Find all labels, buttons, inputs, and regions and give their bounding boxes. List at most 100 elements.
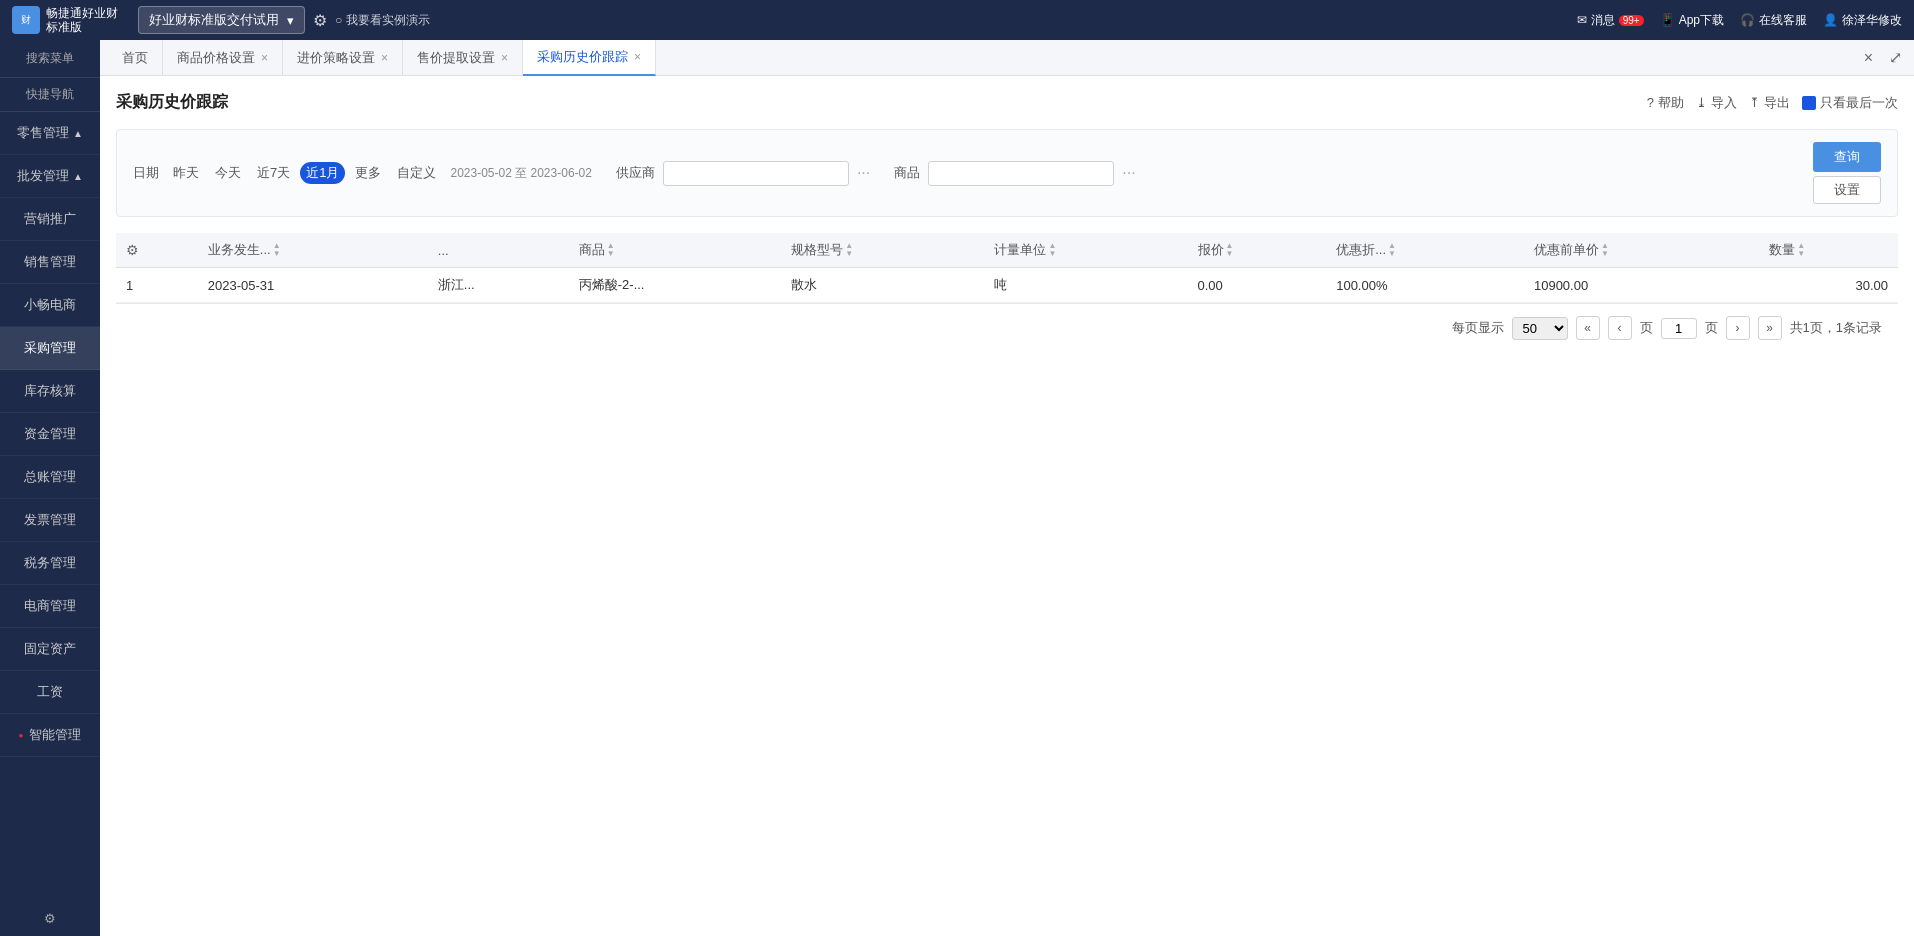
message-button[interactable]: ✉ 消息 99+ (1577, 12, 1644, 29)
page-title: 采购历史价跟踪 (116, 92, 228, 113)
export-button[interactable]: ⤒ 导出 (1749, 94, 1790, 112)
first-page-button[interactable]: « (1576, 316, 1600, 340)
date-opt-custom[interactable]: 自定义 (391, 162, 442, 184)
col-discount-sort[interactable]: 优惠折... ▲▼ (1336, 241, 1514, 259)
col-original-price-header: 优惠前单价 ▲▼ (1524, 233, 1759, 268)
sidebar-item-inventory[interactable]: 库存核算 (0, 370, 100, 413)
settings-button[interactable]: 设置 (1813, 176, 1881, 204)
filter-row: 日期 昨天 今天 近7天 近1月 更多 自定义 2023-05-02 至 202… (133, 142, 1881, 204)
tab-close-product-price[interactable]: × (261, 51, 268, 65)
page-total-info: 共1页，1条记录 (1790, 319, 1882, 337)
tab-actions: × ⤢ (1860, 46, 1906, 69)
tab-product-price[interactable]: 商品价格设置 × (163, 40, 283, 76)
sidebar-item-wholesale[interactable]: 批发管理 ▲ (0, 155, 100, 198)
sidebar-item-retail[interactable]: 零售管理 ▲ (0, 112, 100, 155)
pagination: 每页显示 50 100 200 « ‹ 页 页 › » 共1页，1条记录 (116, 303, 1898, 352)
table-header-row: ⚙ 业务发生... ▲▼ ... (116, 233, 1898, 268)
column-settings-icon[interactable]: ⚙ (126, 242, 139, 258)
sidebar-settings-button[interactable]: ⚙ (0, 901, 100, 936)
per-page-label: 每页显示 (1452, 319, 1504, 337)
tab-purchase-strategy[interactable]: 进价策略设置 × (283, 40, 403, 76)
sidebar-item-ledger[interactable]: 总账管理 (0, 456, 100, 499)
date-opt-more[interactable]: 更多 (349, 162, 387, 184)
supplier-input[interactable] (663, 161, 849, 186)
user-menu-button[interactable]: 👤 徐泽华修改 (1823, 12, 1902, 29)
sidebar-search[interactable]: 搜索菜单 (0, 40, 100, 78)
page-label-suffix: 页 (1705, 319, 1718, 337)
tab-close-purchase-strategy[interactable]: × (381, 51, 388, 65)
col-original-price-sort[interactable]: 优惠前单价 ▲▼ (1534, 241, 1749, 259)
product-input[interactable] (928, 161, 1114, 186)
next-page-button[interactable]: › (1726, 316, 1750, 340)
help-icon: ? (1647, 95, 1654, 110)
sidebar-item-tax[interactable]: 税务管理 (0, 542, 100, 585)
col-product-sort[interactable]: 商品 ▲▼ (579, 241, 772, 259)
product-label: 商品 (894, 164, 920, 182)
sidebar-item-invoice[interactable]: 发票管理 (0, 499, 100, 542)
sidebar-item-purchase[interactable]: 采购管理 (0, 327, 100, 370)
date-opt-today[interactable]: 今天 (209, 162, 247, 184)
date-opt-yesterday[interactable]: 昨天 (167, 162, 205, 184)
tab-home[interactable]: 首页 (108, 40, 163, 76)
sidebar-item-payroll[interactable]: 工资 (0, 671, 100, 714)
col-unit-sort[interactable]: 计量单位 ▲▼ (994, 241, 1177, 259)
sidebar-item-assets[interactable]: 固定资产 (0, 628, 100, 671)
last-page-button[interactable]: » (1758, 316, 1782, 340)
logo-area: 财 畅捷通好业财 标准版 (12, 6, 118, 35)
headset-icon: 🎧 (1740, 13, 1755, 27)
sidebar-item-sales[interactable]: 销售管理 (0, 241, 100, 284)
query-button[interactable]: 查询 (1813, 142, 1881, 172)
supplier-filter-group: 供应商 ··· (616, 161, 870, 186)
tab-close-all-button[interactable]: × (1860, 47, 1877, 69)
sidebar-item-ecommerce[interactable]: 电商管理 (0, 585, 100, 628)
tab-expand-button[interactable]: ⤢ (1885, 46, 1906, 69)
app-selector[interactable]: 好业财标准版交付试用 ▾ (138, 6, 305, 34)
user-icon: 👤 (1823, 13, 1838, 27)
import-button[interactable]: ⤓ 导入 (1696, 94, 1737, 112)
dot-icon: ● (19, 731, 24, 740)
cell-discount: 100.00% (1326, 268, 1524, 303)
sidebar-item-finance[interactable]: 资金管理 (0, 413, 100, 456)
tab-sale-price[interactable]: 售价提取设置 × (403, 40, 523, 76)
col-quote-header: 报价 ▲▼ (1188, 233, 1327, 268)
tab-purchase-history[interactable]: 采购历史价跟踪 × (523, 40, 656, 76)
col-spec-sort[interactable]: 规格型号 ▲▼ (791, 241, 974, 259)
topbar: 财 畅捷通好业财 标准版 好业财标准版交付试用 ▾ ⚙ ○ 我要看实例演示 ✉ … (0, 0, 1914, 40)
col-quote-sort[interactable]: 报价 ▲▼ (1198, 241, 1317, 259)
sort-arrows-product: ▲▼ (607, 242, 615, 258)
sort-arrows-quantity: ▲▼ (1797, 242, 1805, 258)
col-date-sort[interactable]: 业务发生... ▲▼ (208, 241, 418, 259)
table-body: 1 2023-05-31 浙江... 丙烯酸-2-... 散水 吨 0.00 1… (116, 268, 1898, 303)
page-number-input[interactable] (1661, 318, 1697, 339)
demo-button[interactable]: ○ 我要看实例演示 (335, 12, 430, 29)
col-unit-header: 计量单位 ▲▼ (984, 233, 1187, 268)
cell-product: 丙烯酸-2-... (569, 268, 782, 303)
page-header: 采购历史价跟踪 ? 帮助 ⤓ 导入 ⤒ 导出 (116, 92, 1898, 113)
prev-page-button[interactable]: ‹ (1608, 316, 1632, 340)
date-opt-1month[interactable]: 近1月 (300, 162, 345, 184)
sidebar-quick-nav[interactable]: 快捷导航 (0, 78, 100, 112)
show-latest-checkbox[interactable]: 只看最后一次 (1802, 94, 1898, 112)
sidebar-item-marketing[interactable]: 营销推广 (0, 198, 100, 241)
sidebar-item-ecommerce-small[interactable]: 小畅电商 (0, 284, 100, 327)
per-page-select[interactable]: 50 100 200 (1512, 317, 1568, 340)
app-download-button[interactable]: 📱 App下载 (1660, 12, 1724, 29)
product-dots[interactable]: ··· (1122, 164, 1135, 182)
phone-icon: 📱 (1660, 13, 1675, 27)
table-row: 1 2023-05-31 浙江... 丙烯酸-2-... 散水 吨 0.00 1… (116, 268, 1898, 303)
col-quantity-sort[interactable]: 数量 ▲▼ (1769, 241, 1888, 259)
cell-index: 1 (116, 268, 198, 303)
retail-arrow-icon: ▲ (73, 128, 83, 139)
online-service-button[interactable]: 🎧 在线客服 (1740, 12, 1807, 29)
sidebar-item-smart[interactable]: ● 智能管理 (0, 714, 100, 757)
page-actions: ? 帮助 ⤓ 导入 ⤒ 导出 只看最后一次 (1647, 94, 1898, 112)
topbar-settings-button[interactable]: ⚙ (313, 11, 327, 30)
date-opt-7days[interactable]: 近7天 (251, 162, 296, 184)
tab-close-sale-price[interactable]: × (501, 51, 508, 65)
cell-quantity: 30.00 (1759, 268, 1898, 303)
supplier-dots[interactable]: ··· (857, 164, 870, 182)
help-button[interactable]: ? 帮助 (1647, 94, 1684, 112)
cell-unit: 吨 (984, 268, 1187, 303)
date-filter-group: 日期 昨天 今天 近7天 近1月 更多 自定义 2023-05-02 至 202… (133, 162, 592, 184)
tab-close-purchase-history[interactable]: × (634, 50, 641, 64)
